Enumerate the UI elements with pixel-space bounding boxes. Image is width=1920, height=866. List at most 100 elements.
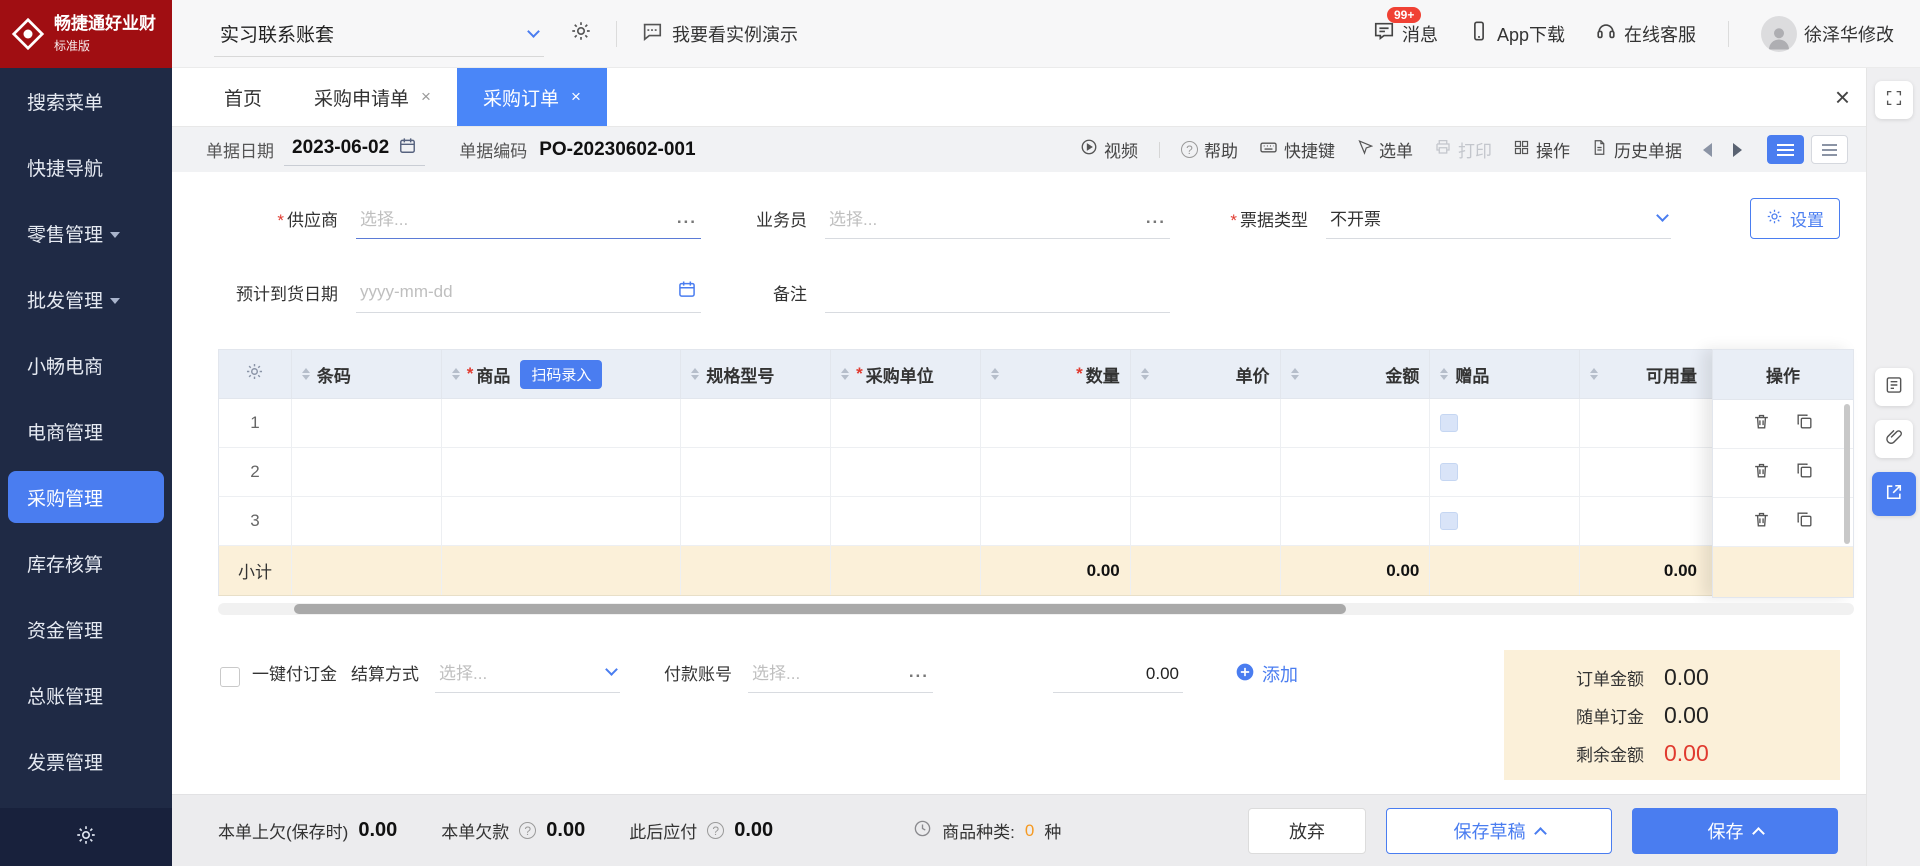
column-header-gift[interactable]: 赠品 <box>1430 350 1581 398</box>
open-external-button[interactable] <box>1871 472 1916 516</box>
gift-checkbox[interactable] <box>1440 414 1459 432</box>
price-cell[interactable] <box>1131 497 1281 545</box>
amount-cell[interactable] <box>1281 399 1431 447</box>
sidebar-item-funds[interactable]: 资金管理 <box>0 596 172 662</box>
arrival-date-field[interactable]: yyyy-mm-dd <box>356 273 701 313</box>
quantity-cell[interactable] <box>981 448 1131 496</box>
abandon-button[interactable]: 放弃 <box>1248 807 1366 854</box>
sidebar-item-invoice[interactable]: 发票管理 <box>0 728 172 794</box>
settlement-select[interactable]: 选择... <box>435 653 620 693</box>
supplier-picker-button[interactable]: ... <box>677 208 697 228</box>
bill-type-select[interactable]: 不开票 <box>1326 199 1671 239</box>
column-header-product[interactable]: * 商品 扫码录入 <box>442 350 682 398</box>
sort-icons[interactable] <box>990 368 999 380</box>
save-button[interactable]: 保存 <box>1632 807 1838 854</box>
column-header-barcode[interactable]: 条码 <box>292 350 442 398</box>
price-cell[interactable] <box>1131 448 1281 496</box>
user-menu[interactable]: 徐泽华修改 <box>1761 15 1894 52</box>
barcode-cell[interactable] <box>292 448 442 496</box>
list-view-toggle[interactable] <box>1767 135 1804 164</box>
horizontal-scrollbar-track[interactable] <box>218 603 1854 615</box>
quantity-cell[interactable] <box>981 497 1131 545</box>
split-view-toggle[interactable] <box>1811 135 1848 164</box>
online-service-button[interactable]: 在线客服 <box>1595 20 1696 47</box>
tab-purchase-request[interactable]: 采购申请单 × <box>288 68 457 126</box>
deposit-amount-field[interactable]: 0.00 <box>1053 658 1183 693</box>
one-click-deposit-checkbox[interactable] <box>220 667 240 687</box>
sort-icons[interactable] <box>1290 368 1299 380</box>
doc-date-field[interactable]: 2023-06-02 <box>284 133 426 166</box>
next-arrow-icon[interactable] <box>1733 142 1742 157</box>
unit-cell[interactable] <box>831 497 982 545</box>
save-draft-button[interactable]: 保存草稿 <box>1386 807 1612 854</box>
account-select[interactable]: 实习联系账套 <box>214 11 544 57</box>
horizontal-scrollbar-thumb[interactable] <box>294 604 1346 614</box>
supplier-field[interactable]: 选择... ... <box>356 199 701 239</box>
gift-checkbox[interactable] <box>1440 512 1459 530</box>
sidebar-settings-button[interactable] <box>0 808 172 866</box>
remark-field[interactable] <box>825 278 1170 313</box>
amount-cell[interactable] <box>1281 448 1431 496</box>
print-button[interactable]: 打印 <box>1434 137 1492 162</box>
app-download-button[interactable]: App下载 <box>1468 20 1565 47</box>
column-header-quantity[interactable]: * 数量 <box>981 350 1131 398</box>
sidebar-item-search-menu[interactable]: 搜索菜单 <box>0 68 172 134</box>
product-cell[interactable] <box>442 497 682 545</box>
price-cell[interactable] <box>1131 399 1281 447</box>
sidebar-item-ecommerce[interactable]: 电商管理 <box>0 398 172 464</box>
unit-cell[interactable] <box>831 448 982 496</box>
prev-arrow-icon[interactable] <box>1703 142 1712 157</box>
spec-cell[interactable] <box>681 399 832 447</box>
sort-icons[interactable] <box>691 368 700 380</box>
delete-row-icon[interactable] <box>1752 412 1771 436</box>
history-button[interactable]: 历史单据 <box>1591 137 1682 162</box>
sort-icons[interactable] <box>1140 368 1149 380</box>
column-header-purchase-unit[interactable]: * 采购单位 <box>831 350 981 398</box>
account-picker-button[interactable]: ... <box>909 662 929 682</box>
copy-row-icon[interactable] <box>1795 412 1814 436</box>
gift-checkbox[interactable] <box>1440 463 1459 481</box>
settings-button[interactable]: 设置 <box>1750 198 1840 239</box>
sort-icons[interactable] <box>841 368 850 380</box>
column-header-spec[interactable]: 规格型号 <box>681 350 832 398</box>
grid-settings-button[interactable] <box>219 350 292 398</box>
messages-button[interactable]: 99+ 消息 <box>1373 7 1438 47</box>
pick-order-button[interactable]: 选单 <box>1356 137 1413 162</box>
question-icon[interactable]: ? <box>707 822 725 839</box>
hotkeys-button[interactable]: 快捷键 <box>1259 137 1335 162</box>
sidebar-item-ledger[interactable]: 总账管理 <box>0 662 172 728</box>
close-icon[interactable]: × <box>421 87 431 107</box>
account-settings-gear-icon[interactable] <box>570 20 592 47</box>
salesman-picker-button[interactable]: ... <box>1146 208 1166 228</box>
tab-home[interactable]: 首页 <box>198 68 288 126</box>
close-all-icon[interactable]: × <box>1835 68 1866 126</box>
spec-cell[interactable] <box>681 497 832 545</box>
sort-icons[interactable] <box>451 368 460 380</box>
vertical-scrollbar[interactable] <box>1844 404 1850 544</box>
amount-cell[interactable] <box>1281 497 1431 545</box>
delete-row-icon[interactable] <box>1752 461 1771 485</box>
unit-cell[interactable] <box>831 399 982 447</box>
add-payment-button[interactable]: 添加 <box>1235 661 1298 687</box>
column-header-amount[interactable]: 金额 <box>1281 350 1431 398</box>
sidebar-item-inventory[interactable]: 库存核算 <box>0 530 172 596</box>
product-cell[interactable] <box>442 399 682 447</box>
calendar-icon[interactable] <box>677 279 697 304</box>
salesman-field[interactable]: 选择... ... <box>825 199 1170 239</box>
copy-row-icon[interactable] <box>1795 510 1814 534</box>
barcode-cell[interactable] <box>292 497 442 545</box>
scan-entry-button[interactable]: 扫码录入 <box>520 359 603 389</box>
quantity-cell[interactable] <box>981 399 1131 447</box>
close-icon[interactable]: × <box>571 87 581 107</box>
help-button[interactable]: ? 帮助 <box>1181 137 1238 162</box>
payment-account-field[interactable]: 选择... ... <box>748 653 933 693</box>
fullscreen-button[interactable] <box>1874 81 1913 119</box>
sidebar-item-purchase[interactable]: 采购管理 <box>8 471 164 523</box>
attachment-button[interactable] <box>1874 420 1913 458</box>
video-button[interactable]: 视频 <box>1080 137 1138 162</box>
barcode-cell[interactable] <box>292 399 442 447</box>
copy-row-icon[interactable] <box>1795 461 1814 485</box>
draft-box-button[interactable] <box>1874 368 1913 406</box>
operations-button[interactable]: 操作 <box>1513 137 1570 162</box>
tab-purchase-order[interactable]: 采购订单 × <box>456 68 607 126</box>
